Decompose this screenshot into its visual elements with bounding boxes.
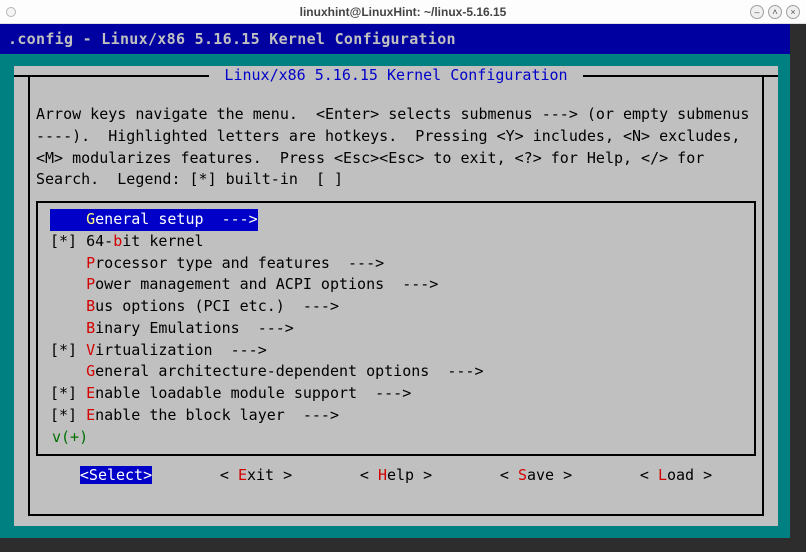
menu-item-prefix: [50, 319, 86, 337]
dialog-button[interactable]: < Help >: [360, 466, 432, 484]
menu-item-hotkey: b: [113, 232, 122, 250]
menu-item-label: us options (PCI etc.) --->: [95, 297, 339, 315]
menu-item[interactable]: Power management and ACPI options --->: [50, 274, 736, 296]
menu-item[interactable]: Processor type and features --->: [50, 253, 736, 275]
button-hotkey: L: [658, 466, 667, 484]
menu-list[interactable]: General setup --->[*] 64-bit kernel Proc…: [36, 201, 756, 456]
minimize-button[interactable]: ‒: [750, 5, 764, 19]
close-button[interactable]: ×: [786, 5, 800, 19]
button-label: elp >: [387, 466, 432, 484]
menu-item-label: irtualization --->: [95, 341, 267, 359]
dialog-title-row: Linux/x86 5.16.15 Kernel Configuration: [14, 65, 778, 85]
window-titlebar: linuxhint@LinuxHint: ~/linux-5.16.15 ‒ ˄…: [0, 0, 806, 24]
menu-item[interactable]: [*] 64-bit kernel: [50, 231, 736, 253]
menu-item-prefix: [50, 254, 86, 272]
menu-item-hotkey: P: [86, 254, 95, 272]
menu-item-hotkey: B: [86, 319, 95, 337]
menu-item[interactable]: General setup --->: [50, 209, 258, 231]
menu-item-prefix: [*]: [50, 384, 86, 402]
menu-item[interactable]: Binary Emulations --->: [50, 318, 736, 340]
window-title: linuxhint@LinuxHint: ~/linux-5.16.15: [0, 5, 806, 19]
dialog-button[interactable]: < Save >: [500, 466, 572, 484]
menu-item-prefix: [*] 64-: [50, 232, 113, 250]
config-status-bar: .config - Linux/x86 5.16.15 Kernel Confi…: [0, 24, 790, 54]
menuconfig-dialog: Linux/x86 5.16.15 Kernel Configuration A…: [14, 66, 778, 526]
menu-item-label: nable the block layer --->: [95, 406, 339, 424]
terminal-background: .config - Linux/x86 5.16.15 Kernel Confi…: [0, 24, 790, 538]
menu-item-hotkey: G: [86, 362, 95, 380]
button-hotkey: S: [89, 466, 98, 484]
dialog-help-text: Arrow keys navigate the menu. <Enter> se…: [36, 104, 756, 191]
menu-item-label: nable loadable module support --->: [95, 384, 411, 402]
dialog-button-row: <Select> < Exit > < Help > < Save > < Load >: [36, 466, 756, 484]
maximize-button[interactable]: ˄: [768, 5, 782, 19]
button-label: ave >: [527, 466, 572, 484]
menu-item[interactable]: [*] Virtualization --->: [50, 340, 736, 362]
menu-item-label: inary Emulations --->: [95, 319, 294, 337]
menu-item-hotkey: V: [86, 341, 95, 359]
menu-item-prefix: [50, 210, 86, 228]
menu-item-prefix: [50, 275, 86, 293]
button-label: oad >: [667, 466, 712, 484]
dialog-button[interactable]: <Select>: [80, 466, 152, 484]
button-label: elect>: [98, 466, 152, 484]
dialog-title: Linux/x86 5.16.15 Kernel Configuration: [209, 66, 582, 84]
dialog-button[interactable]: < Exit >: [220, 466, 292, 484]
menu-more-indicator: v(+): [50, 427, 736, 449]
menu-item-label: eneral architecture-dependent options --…: [95, 362, 483, 380]
menu-item-hotkey: B: [86, 297, 95, 315]
menu-item-prefix: [*]: [50, 406, 86, 424]
menu-item-prefix: [*]: [50, 341, 86, 359]
menu-item-label: ower management and ACPI options --->: [95, 275, 438, 293]
menu-item-hotkey: E: [86, 384, 95, 402]
menu-item-label: rocessor type and features --->: [95, 254, 384, 272]
button-hotkey: H: [378, 466, 387, 484]
menu-item-prefix: [50, 362, 86, 380]
menu-item-prefix: [50, 297, 86, 315]
menu-item[interactable]: General architecture-dependent options -…: [50, 361, 736, 383]
button-label: xit >: [247, 466, 292, 484]
menu-item-label: it kernel: [122, 232, 203, 250]
button-hotkey: E: [238, 466, 247, 484]
terminal-area: .config - Linux/x86 5.16.15 Kernel Confi…: [0, 24, 806, 552]
menu-item[interactable]: [*] Enable loadable module support --->: [50, 383, 736, 405]
titlebar-right-controls: ‒ ˄ ×: [750, 5, 800, 19]
button-hotkey: S: [518, 466, 527, 484]
menu-item-hotkey: G: [86, 210, 95, 228]
dialog-button[interactable]: < Load >: [640, 466, 712, 484]
menu-item[interactable]: [*] Enable the block layer --->: [50, 405, 736, 427]
menu-item-hotkey: P: [86, 275, 95, 293]
menu-item-label: eneral setup --->: [95, 210, 258, 228]
menu-item-hotkey: E: [86, 406, 95, 424]
menu-item[interactable]: Bus options (PCI etc.) --->: [50, 296, 736, 318]
